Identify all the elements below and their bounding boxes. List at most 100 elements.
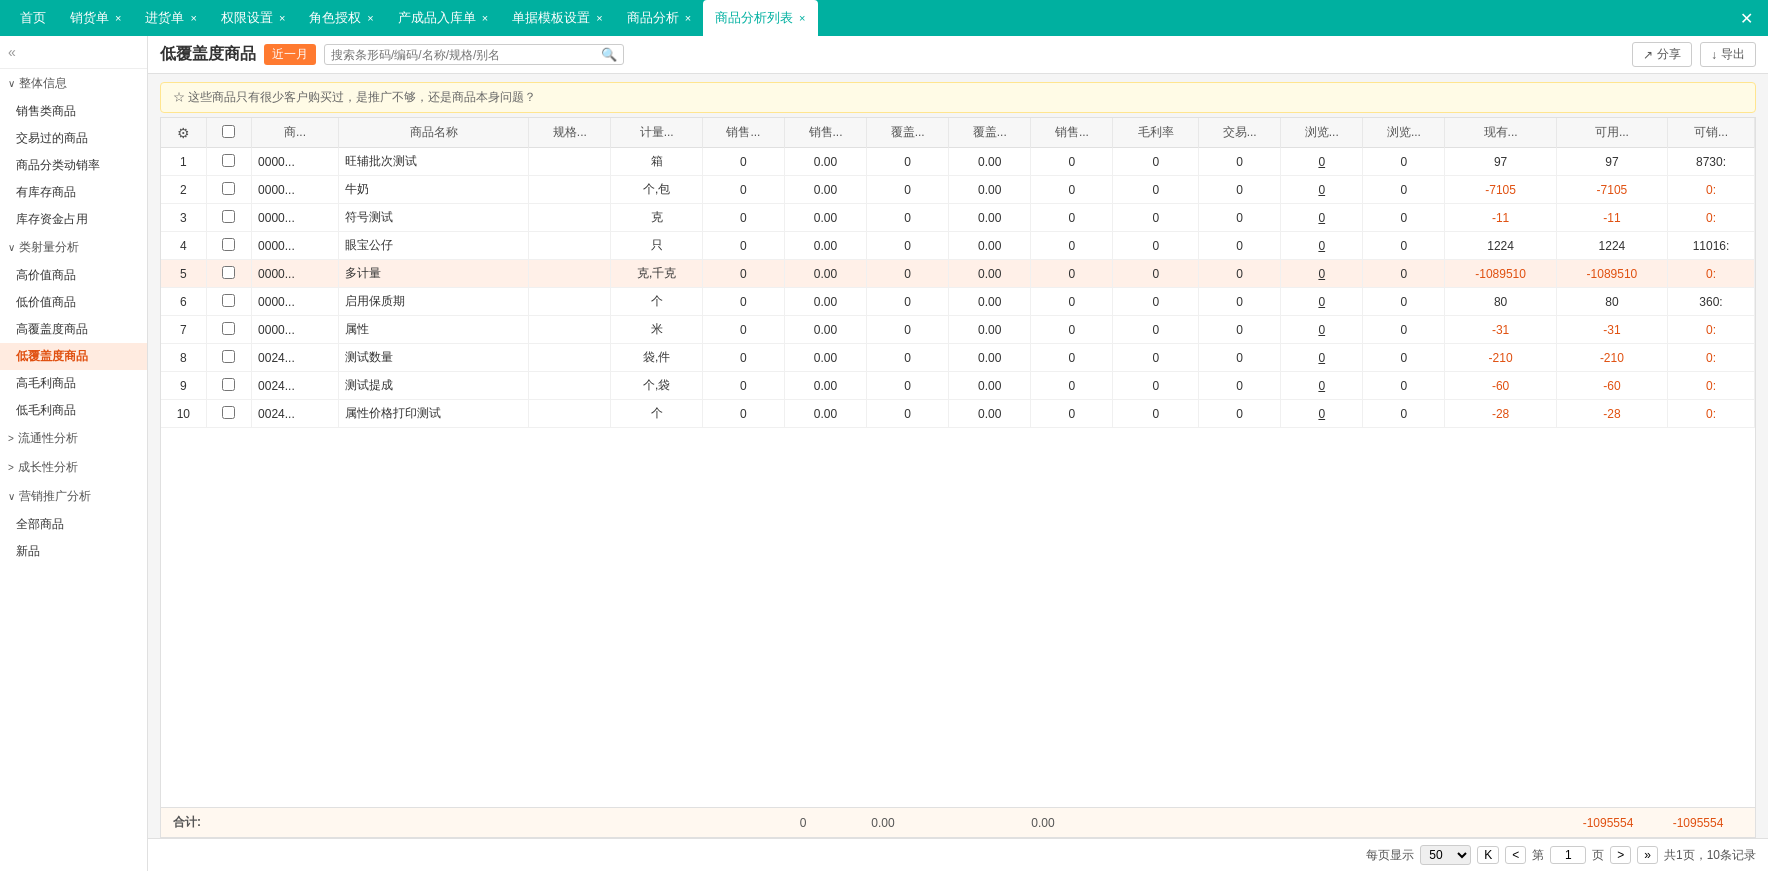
row-unit: 箱 [611,148,702,176]
sidebar-item-traded-goods[interactable]: 交易过的商品 [0,125,147,152]
sidebar-item-low-value[interactable]: 低价值商品 [0,289,147,316]
row-checkbox[interactable] [206,372,251,400]
row-checkbox[interactable] [206,400,251,428]
row-select-checkbox[interactable] [222,294,235,307]
nav-close-permission[interactable]: × [279,0,285,36]
row-select-checkbox[interactable] [222,182,235,195]
row-view1[interactable]: 0 [1281,260,1363,288]
row-checkbox[interactable] [206,204,251,232]
row-available: -28 [1556,400,1667,428]
sidebar-item-high-coverage[interactable]: 高覆盖度商品 [0,316,147,343]
row-view1[interactable]: 0 [1281,400,1363,428]
row-view1[interactable]: 0 [1281,316,1363,344]
nav-close-purchase[interactable]: × [190,0,196,36]
col-checkbox[interactable] [206,118,251,148]
nav-tab-permission[interactable]: 权限设置 × [209,0,297,36]
table-row: 8 0024... 测试数量 袋,件 0 0.00 0 0.00 0 0 0 0… [161,344,1755,372]
sidebar-item-stock-goods[interactable]: 有库存商品 [0,179,147,206]
sidebar-item-high-gross[interactable]: 高毛利商品 [0,370,147,397]
row-checkbox[interactable] [206,316,251,344]
row-select-checkbox[interactable] [222,238,235,251]
top-nav: 首页 销货单 × 进货单 × 权限设置 × 角色授权 × 产成品入库单 × 单据… [0,0,1768,36]
export-btn[interactable]: ↓ 导出 [1700,42,1756,67]
sidebar-item-all-goods[interactable]: 全部商品 [0,511,147,538]
row-view1[interactable]: 0 [1281,176,1363,204]
row-view1[interactable]: 0 [1281,344,1363,372]
nav-tab-analysis[interactable]: 商品分析 × [615,0,703,36]
nav-tab-analysis-list[interactable]: 商品分析列表 × [703,0,817,36]
next-page-btn[interactable]: > [1610,846,1631,864]
window-close-btn[interactable]: ✕ [1732,4,1760,32]
row-sales-detail: 0 [1031,260,1113,288]
col-settings[interactable]: ⚙ [161,118,206,148]
nav-close-template[interactable]: × [596,0,602,36]
sidebar-item-stock-capital[interactable]: 库存资金占用 [0,206,147,233]
row-view1[interactable]: 0 [1281,288,1363,316]
select-all-checkbox[interactable] [222,125,235,138]
date-filter-btn[interactable]: 近一月 [264,44,316,65]
sidebar-collapse-btn[interactable]: « [4,42,20,62]
row-checkbox[interactable] [206,288,251,316]
nav-close-analysis-list[interactable]: × [799,0,805,36]
nav-tab-template[interactable]: 单据模板设置 × [500,0,614,36]
nav-tab-purchase[interactable]: 进货单 × [133,0,208,36]
sidebar-item-new-goods[interactable]: 新品 [0,538,147,565]
row-sales-detail: 0 [1031,344,1113,372]
row-select-checkbox[interactable] [222,322,235,335]
row-checkbox[interactable] [206,344,251,372]
row-view1[interactable]: 0 [1281,204,1363,232]
row-select-checkbox[interactable] [222,266,235,279]
table-row: 7 0000... 属性 米 0 0.00 0 0.00 0 0 0 0 0 -… [161,316,1755,344]
row-select-checkbox[interactable] [222,406,235,419]
nav-tab-home[interactable]: 首页 [8,0,58,36]
row-checkbox[interactable] [206,148,251,176]
row-checkbox[interactable] [206,260,251,288]
table-row: 10 0024... 属性价格打印测试 个 0 0.00 0 0.00 0 0 … [161,400,1755,428]
row-select-checkbox[interactable] [222,350,235,363]
row-view1[interactable]: 0 [1281,232,1363,260]
sidebar-section-overall[interactable]: ∨ 整体信息 [0,69,147,98]
page-input[interactable] [1550,846,1586,864]
row-view1[interactable]: 0 [1281,148,1363,176]
row-select-checkbox[interactable] [222,378,235,391]
nav-tab-role[interactable]: 角色授权 × [297,0,385,36]
nav-close-product[interactable]: × [482,0,488,36]
row-name: 属性 [338,316,528,344]
row-select-checkbox[interactable] [222,154,235,167]
sidebar-item-high-value[interactable]: 高价值商品 [0,262,147,289]
col-coverage1: 覆盖... [867,118,949,148]
row-code: 0000... [252,260,339,288]
row-view1[interactable]: 0 [1281,372,1363,400]
row-select-checkbox[interactable] [222,210,235,223]
row-coverage1: 0 [867,232,949,260]
row-checkbox[interactable] [206,232,251,260]
sidebar-section-growth[interactable]: > 成长性分析 [0,453,147,482]
nav-close-sales[interactable]: × [115,0,121,36]
nav-close-role[interactable]: × [367,0,373,36]
data-table-wrapper[interactable]: ⚙ 商... 商品名称 规格... 计量... 销售... 销售... 覆盖..… [160,117,1756,808]
row-checkbox[interactable] [206,176,251,204]
sidebar-item-sales-goods[interactable]: 销售类商品 [0,98,147,125]
row-view2: 0 [1363,288,1445,316]
sidebar-item-low-coverage[interactable]: 低覆盖度商品 [0,343,147,370]
share-btn[interactable]: ↗ 分享 [1632,42,1692,67]
last-page-btn[interactable]: » [1637,846,1658,864]
first-page-btn[interactable]: K [1477,846,1499,864]
row-gross-rate: 0 [1113,260,1199,288]
nav-close-analysis[interactable]: × [685,0,691,36]
prev-page-btn[interactable]: < [1505,846,1526,864]
sidebar-section-marketing[interactable]: ∨ 营销推广分析 [0,482,147,511]
sidebar-item-category-rate[interactable]: 商品分类动销率 [0,152,147,179]
sidebar-section-liquidity[interactable]: > 流通性分析 [0,424,147,453]
nav-tab-sales[interactable]: 销货单 × [58,0,133,36]
row-coverage1: 0 [867,288,949,316]
sidebar-section-analysis[interactable]: ∨ 类射量分析 [0,233,147,262]
footer-coverage2: 0.00 [1003,816,1083,830]
sidebar-items-overall: 销售类商品 交易过的商品 商品分类动销率 有库存商品 库存资金占用 [0,98,147,233]
per-page-select[interactable]: 50 100 200 [1420,845,1471,865]
nav-tab-product[interactable]: 产成品入库单 × [386,0,500,36]
sidebar-item-low-gross[interactable]: 低毛利商品 [0,397,147,424]
footer-label: 合计: [173,814,201,831]
row-gross-rate: 0 [1113,288,1199,316]
search-input[interactable] [331,48,601,62]
